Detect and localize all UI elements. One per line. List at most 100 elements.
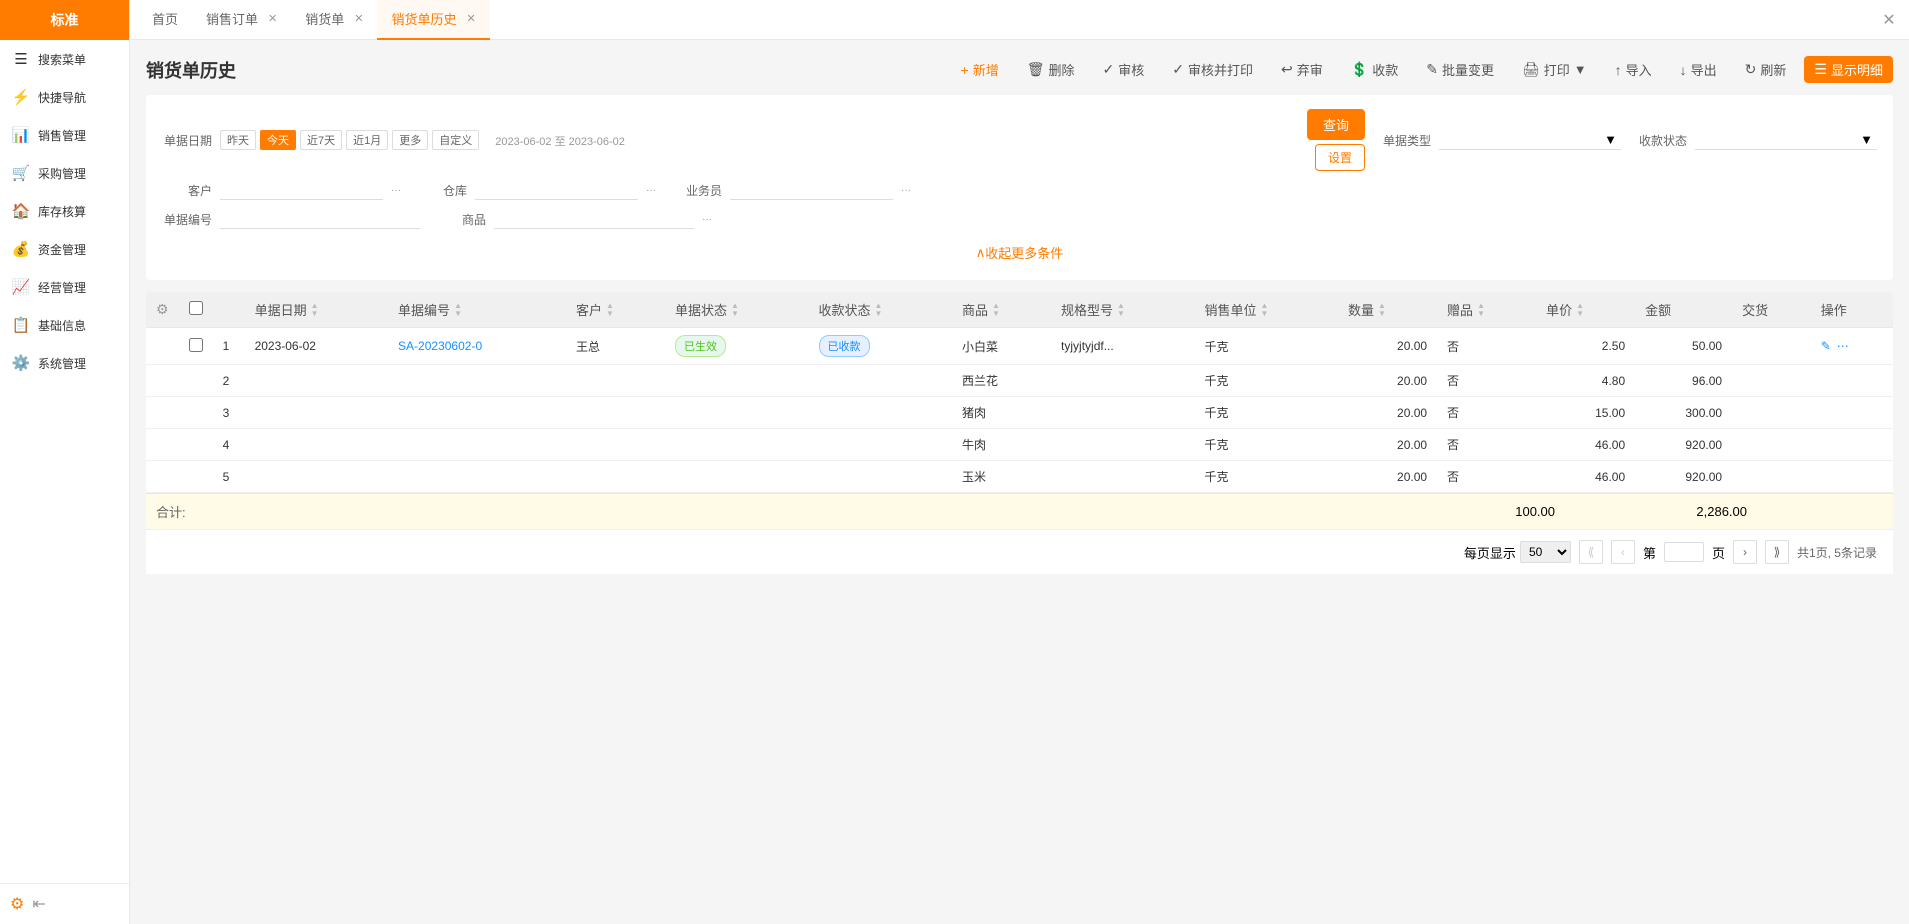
- page-number-input[interactable]: 1: [1664, 542, 1704, 562]
- sidebar-settings-icon[interactable]: ⚙: [10, 894, 24, 914]
- per-page-dropdown[interactable]: 50 100 200: [1520, 541, 1571, 563]
- collect-button[interactable]: 💲 收款: [1341, 56, 1408, 83]
- finance-mgmt-icon: 💰: [12, 240, 30, 258]
- sidebar-item-finance-mgmt[interactable]: 💰 资金管理: [0, 230, 129, 268]
- sales-person-dot[interactable]: ···: [901, 185, 911, 196]
- customer-input[interactable]: [220, 181, 383, 200]
- tab-sales-history-close[interactable]: ✕: [467, 12, 476, 25]
- prev-page-button[interactable]: ‹: [1611, 540, 1635, 564]
- sales-mgmt-icon: 📊: [12, 126, 30, 144]
- doc-no-cell[interactable]: SA-20230602-0: [388, 328, 566, 365]
- audit-print-button[interactable]: ✓ 审核并打印: [1162, 56, 1263, 83]
- sidebar-item-sales-mgmt[interactable]: 📊 销售管理: [0, 116, 129, 154]
- tab-home[interactable]: 首页: [138, 0, 192, 40]
- th-settings[interactable]: ⚙: [146, 292, 179, 328]
- amount-cell: 920.00: [1635, 461, 1732, 493]
- column-settings-icon[interactable]: ⚙: [156, 301, 169, 317]
- doc-status-cell: [665, 429, 808, 461]
- tab-sales-delivery-close[interactable]: ✕: [354, 12, 363, 25]
- th-spec-type[interactable]: 规格型号 ▲▼: [1051, 292, 1194, 328]
- th-qty[interactable]: 数量 ▲▼: [1338, 292, 1437, 328]
- export-button[interactable]: ↓ 导出: [1670, 56, 1727, 83]
- date-label: 单据日期: [162, 132, 212, 149]
- doc-no-cell[interactable]: [388, 461, 566, 493]
- last-page-button[interactable]: ⟫: [1765, 540, 1789, 564]
- checkbox-cell[interactable]: [179, 461, 213, 493]
- th-checkbox[interactable]: [179, 292, 213, 328]
- doc-type-select[interactable]: ▼: [1439, 130, 1621, 150]
- footer-label: 合计:: [156, 502, 216, 521]
- date-btn-7days[interactable]: 近7天: [300, 130, 342, 150]
- sidebar-item-ops-mgmt[interactable]: 📈 经营管理: [0, 268, 129, 306]
- doc-no-cell[interactable]: [388, 429, 566, 461]
- customer-dot[interactable]: ···: [391, 185, 401, 196]
- date-btn-1month[interactable]: 近1月: [346, 130, 388, 150]
- print-button[interactable]: 🖨 打印 ▼: [1512, 56, 1597, 83]
- import-icon: ↑: [1615, 62, 1622, 78]
- row-checkbox[interactable]: [189, 338, 203, 352]
- th-gift[interactable]: 赠品 ▲▼: [1437, 292, 1536, 328]
- tab-sales-order-close[interactable]: ✕: [268, 12, 277, 25]
- checkbox-cell[interactable]: [179, 328, 213, 365]
- date-btn-yesterday[interactable]: 昨天: [220, 130, 256, 150]
- customer-cell: [566, 461, 665, 493]
- sales-person-input[interactable]: [730, 181, 893, 200]
- sidebar-collapse-icon[interactable]: ⇤: [32, 894, 45, 914]
- new-button[interactable]: + 新增: [951, 56, 1009, 83]
- checkbox-cell[interactable]: [179, 397, 213, 429]
- doc-no-cell[interactable]: [388, 397, 566, 429]
- logo: 标准: [0, 0, 129, 40]
- more-link[interactable]: ⋯: [1837, 339, 1849, 353]
- date-btn-more[interactable]: 更多: [392, 130, 428, 150]
- tab-sales-order[interactable]: 销售订单 ✕: [192, 0, 291, 40]
- first-page-button[interactable]: ⟪: [1579, 540, 1603, 564]
- print-dropdown-arrow: ▼: [1574, 62, 1587, 77]
- sidebar-item-system-mgmt[interactable]: ⚙️ 系统管理: [0, 344, 129, 382]
- th-goods[interactable]: 商品 ▲▼: [952, 292, 1051, 328]
- spec-type-cell: [1051, 365, 1194, 397]
- sidebar-item-search-menu[interactable]: ☰ 搜索菜单: [0, 40, 129, 78]
- select-all-checkbox[interactable]: [189, 301, 203, 315]
- doc-no-cell[interactable]: [388, 365, 566, 397]
- sidebar-item-basic-info[interactable]: 📋 基础信息: [0, 306, 129, 344]
- qty-cell: 20.00: [1338, 328, 1437, 365]
- audit-button[interactable]: ✓ 审核: [1093, 56, 1155, 83]
- warehouse-dot[interactable]: ···: [646, 185, 656, 196]
- batch-change-icon: ✎: [1426, 61, 1438, 78]
- collapse-button[interactable]: ∧ 收起更多条件: [972, 239, 1068, 266]
- window-close-button[interactable]: ✕: [1877, 8, 1901, 32]
- sidebar-item-inventory[interactable]: 🏠 库存核算: [0, 192, 129, 230]
- tab-sales-history[interactable]: 销货单历史 ✕: [377, 0, 489, 40]
- sidebar-item-quick-nav[interactable]: ⚡ 快捷导航: [0, 78, 129, 116]
- doc-no-link[interactable]: SA-20230602-0: [398, 339, 482, 353]
- th-doc-status[interactable]: 单据状态 ▲▼: [665, 292, 808, 328]
- sidebar-item-purchase-mgmt[interactable]: 🛒 采购管理: [0, 154, 129, 192]
- goods-dot[interactable]: ···: [702, 214, 712, 225]
- display-detail-button[interactable]: ☰ 显示明细: [1804, 56, 1893, 83]
- checkbox-cell[interactable]: [179, 429, 213, 461]
- delete-button[interactable]: 🗑 删除: [1017, 56, 1085, 83]
- warehouse-input[interactable]: [475, 181, 638, 200]
- abandon-button[interactable]: ↩ 弃审: [1271, 56, 1333, 83]
- date-btn-today[interactable]: 今天: [260, 130, 296, 150]
- filter-settings-button[interactable]: 设置: [1315, 144, 1365, 171]
- doc-no-input[interactable]: [220, 210, 420, 229]
- th-customer[interactable]: 客户 ▲▼: [566, 292, 665, 328]
- next-page-button[interactable]: ›: [1733, 540, 1757, 564]
- th-collect-status[interactable]: 收款状态 ▲▼: [809, 292, 952, 328]
- batch-change-button[interactable]: ✎ 批量变更: [1416, 56, 1504, 83]
- sidebar-label-search-menu: 搜索菜单: [38, 51, 86, 68]
- query-button[interactable]: 查询: [1307, 109, 1365, 140]
- edit-link[interactable]: ✎: [1821, 339, 1831, 353]
- import-button[interactable]: ↑ 导入: [1605, 56, 1662, 83]
- th-doc-no[interactable]: 单据编号 ▲▼: [388, 292, 566, 328]
- date-btn-custom[interactable]: 自定义: [432, 130, 479, 150]
- checkbox-cell[interactable]: [179, 365, 213, 397]
- goods-input[interactable]: [494, 210, 694, 229]
- th-unit-price[interactable]: 单价 ▲▼: [1536, 292, 1635, 328]
- tab-sales-delivery[interactable]: 销货单 ✕: [291, 0, 377, 40]
- refresh-button[interactable]: ↻ 刷新: [1735, 56, 1797, 83]
- th-doc-date[interactable]: 单据日期 ▲▼: [245, 292, 388, 328]
- collect-status-select[interactable]: ▼: [1695, 130, 1877, 150]
- th-unit[interactable]: 销售单位 ▲▼: [1195, 292, 1338, 328]
